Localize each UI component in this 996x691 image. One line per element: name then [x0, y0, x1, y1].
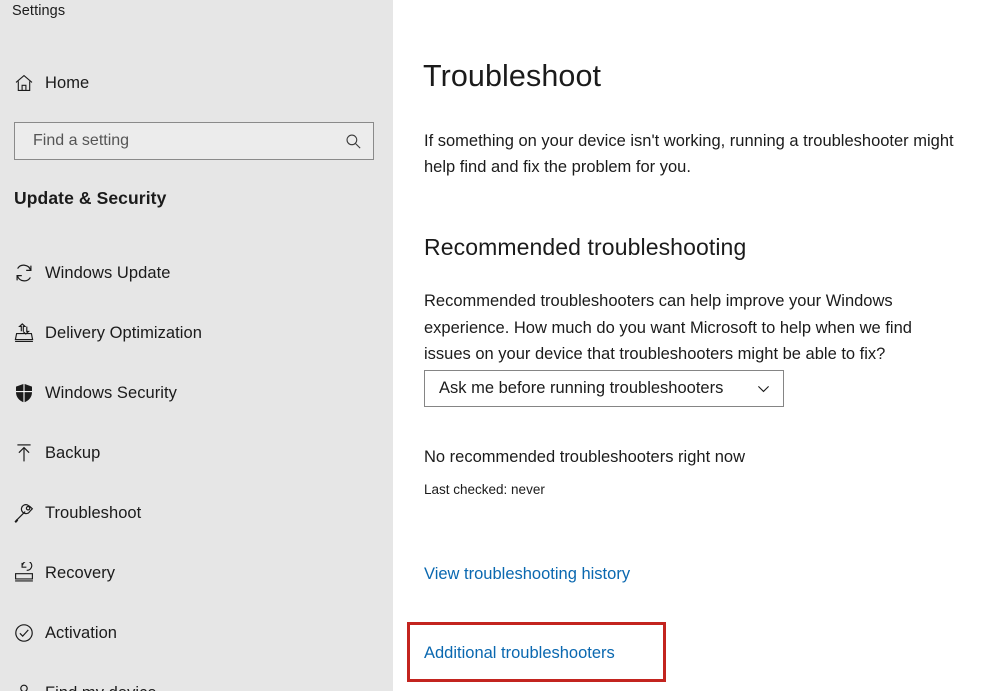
additional-troubleshooters-link[interactable]: Additional troubleshooters [424, 641, 615, 665]
sidebar-item-activation[interactable]: Activation [0, 613, 393, 653]
view-troubleshooting-history-link[interactable]: View troubleshooting history [424, 562, 630, 586]
search-input[interactable] [15, 123, 333, 159]
home-icon [13, 71, 45, 95]
main-content: Troubleshoot If something on your device… [393, 0, 996, 691]
recommended-troubleshooting-dropdown[interactable]: Ask me before running troubleshooters [424, 370, 784, 407]
settings-window: Settings Home Update & Security [0, 0, 996, 691]
sidebar-item-find-my-device[interactable]: Find my device [0, 673, 393, 691]
sidebar-item-windows-update[interactable]: Windows Update [0, 253, 393, 293]
check-circle-icon [13, 621, 45, 645]
sidebar-section-title: Update & Security [14, 188, 167, 208]
wrench-icon [13, 501, 45, 525]
sidebar-item-label: Recovery [45, 564, 116, 582]
page-title: Troubleshoot [423, 59, 602, 93]
dropdown-selected-value: Ask me before running troubleshooters [439, 379, 724, 397]
search-icon[interactable] [333, 132, 373, 151]
delivery-optimization-icon [13, 321, 45, 345]
sidebar-item-recovery[interactable]: Recovery [0, 553, 393, 593]
refresh-icon [13, 261, 45, 285]
sidebar-item-home[interactable]: Home [0, 63, 393, 103]
sidebar-item-label: Windows Update [45, 264, 171, 282]
sidebar: Settings Home Update & Security [0, 0, 393, 691]
shield-icon [13, 381, 45, 405]
app-title: Settings [12, 3, 66, 19]
sidebar-item-label: Find my device [45, 682, 157, 691]
search-box[interactable] [14, 122, 374, 160]
backup-upload-icon [13, 441, 45, 465]
intro-text: If something on your device isn't workin… [424, 132, 954, 176]
sidebar-item-label: Windows Security [45, 384, 177, 402]
sidebar-item-label: Delivery Optimization [45, 324, 202, 342]
sidebar-item-label: Home [45, 74, 90, 92]
location-pin-icon [13, 681, 45, 691]
recommended-status-text: No recommended troubleshooters right now [424, 448, 746, 466]
sidebar-item-label: Troubleshoot [45, 504, 142, 522]
sidebar-item-delivery-optimization[interactable]: Delivery Optimization [0, 313, 393, 353]
sidebar-item-backup[interactable]: Backup [0, 433, 393, 473]
sidebar-item-troubleshoot[interactable]: Troubleshoot [0, 493, 393, 533]
recommended-troubleshooting-heading: Recommended troubleshooting [424, 234, 747, 260]
recommended-troubleshooting-description: Recommended troubleshooters can help imp… [424, 292, 912, 363]
recovery-icon [13, 561, 45, 585]
last-checked-text: Last checked: never [424, 482, 545, 497]
chevron-down-icon[interactable] [743, 380, 783, 397]
sidebar-item-windows-security[interactable]: Windows Security [0, 373, 393, 413]
sidebar-item-label: Activation [45, 624, 118, 642]
sidebar-item-label: Backup [45, 444, 101, 462]
